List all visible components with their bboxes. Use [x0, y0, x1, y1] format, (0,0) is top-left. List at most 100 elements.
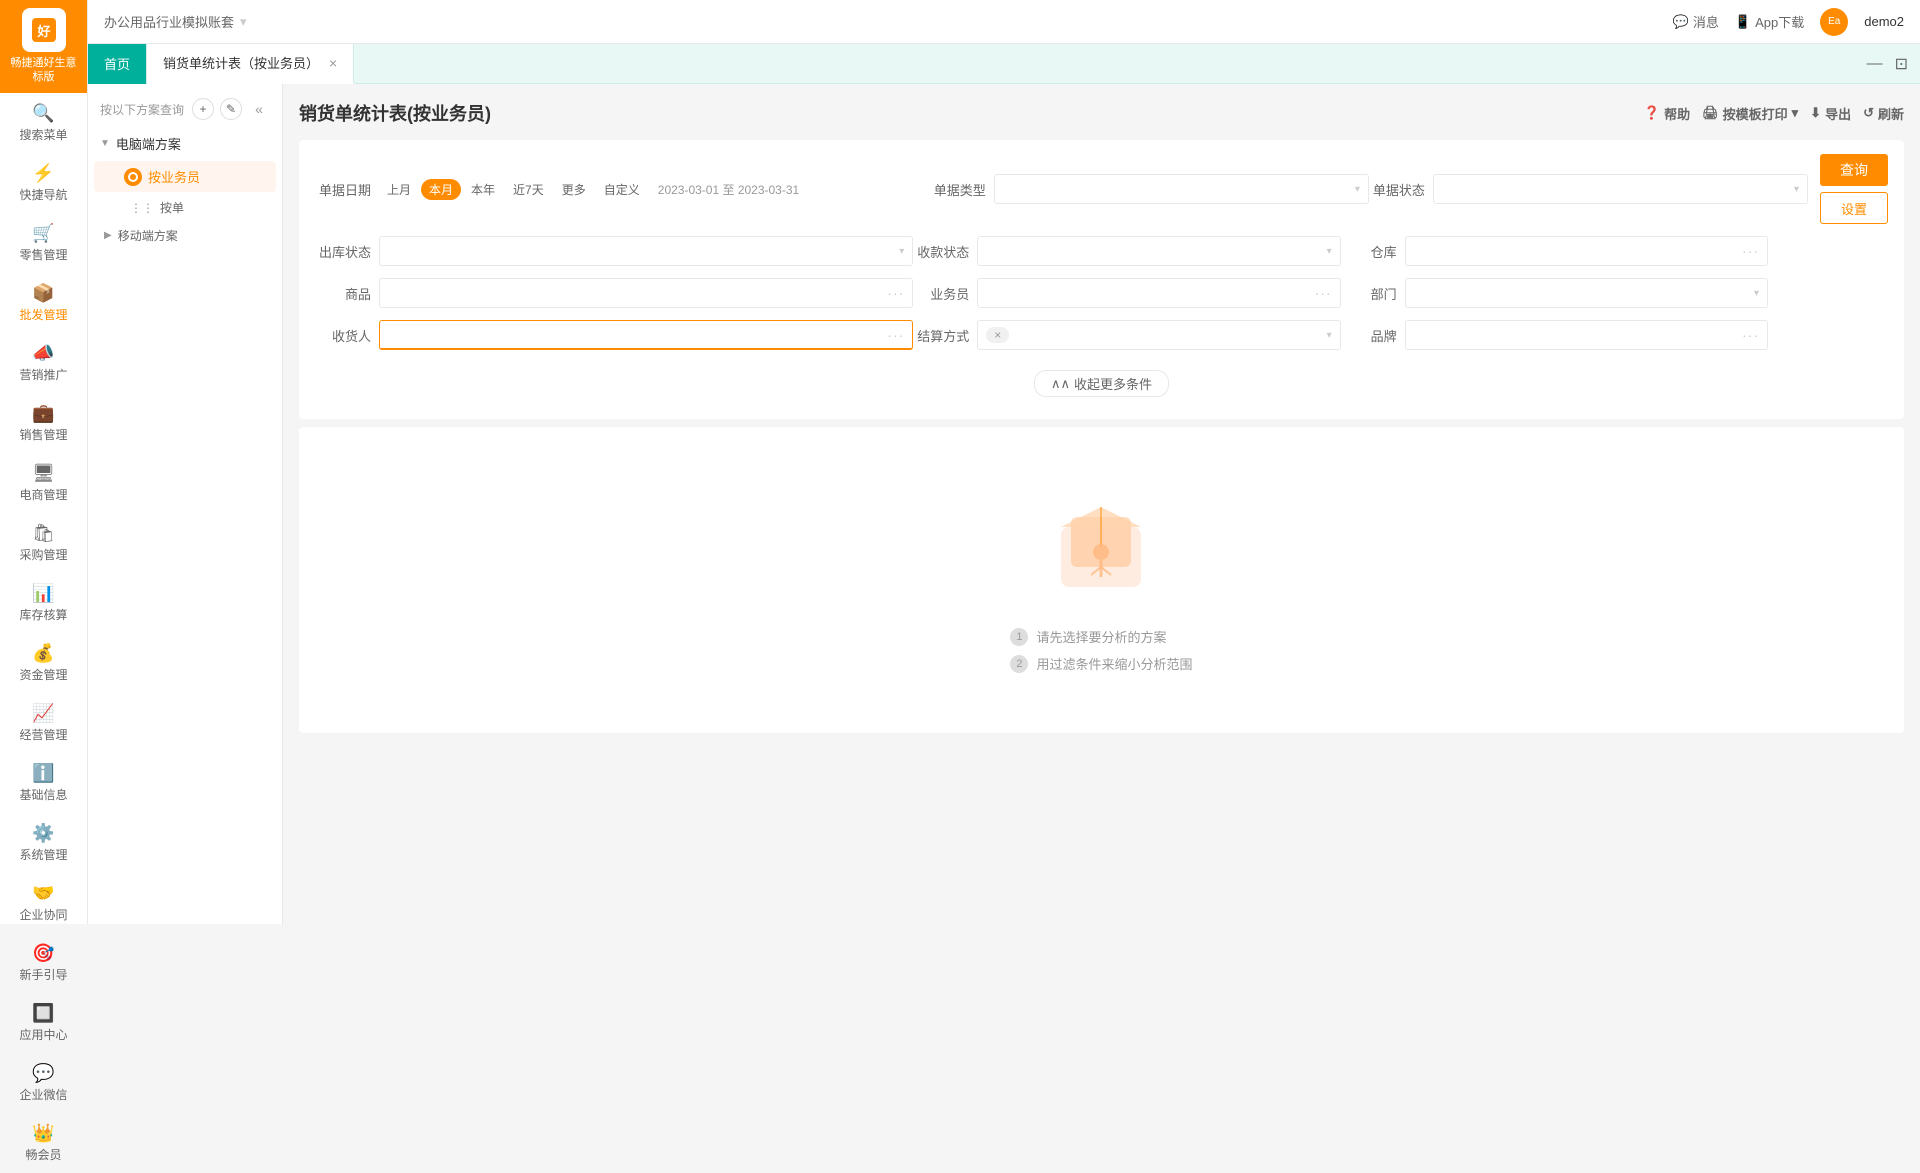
sidebar-item-member[interactable]: 👑 畅会员	[0, 1113, 87, 1173]
export-btn[interactable]: ⬇ 导出	[1810, 104, 1851, 123]
sidebar-item-ops[interactable]: 📈 经营管理	[0, 693, 87, 753]
date-tab-more[interactable]: 更多	[554, 179, 594, 200]
doc-status-label: 单据状态	[1369, 180, 1425, 199]
refresh-icon: ↺	[1863, 105, 1874, 121]
goods-select[interactable]: ···	[379, 278, 913, 308]
help-btn[interactable]: ❓ 帮助	[1644, 104, 1690, 123]
refresh-btn[interactable]: ↺ 刷新	[1863, 104, 1904, 123]
breadcrumb-text[interactable]: 办公用品行业模拟账套	[104, 12, 234, 31]
warehouse-select[interactable]: ···	[1405, 236, 1768, 266]
dept-arrow: ▾	[1754, 288, 1759, 299]
date-tab-this-year[interactable]: 本年	[463, 179, 503, 200]
logo-area[interactable]: 好 畅捷通好生意 标版	[0, 0, 87, 93]
sidebar-item-marketing[interactable]: 📣 营销推广	[0, 333, 87, 393]
print-dropdown-icon: ▾	[1792, 105, 1799, 121]
left-panel-header: 按以下方案查询 + ✎ «	[88, 94, 282, 128]
staff-select[interactable]: ···	[977, 278, 1340, 308]
username[interactable]: demo2	[1864, 14, 1904, 29]
settlement-clear-tag[interactable]: ×	[986, 327, 1009, 343]
settlement-clear-icon[interactable]: ×	[994, 328, 1001, 342]
out-status-select[interactable]: ▾	[379, 236, 913, 266]
purchase-icon: 🛍	[4, 523, 83, 544]
sidebar-item-finance[interactable]: 💰 资金管理	[0, 633, 87, 693]
ops-icon: 📈	[4, 703, 83, 724]
settlement-arrow: ▾	[1327, 330, 1332, 341]
enterprise-icon: 🤝	[4, 883, 83, 904]
sidebar-item-ewechat[interactable]: 💬 企业微信	[0, 1053, 87, 1113]
hint-num-2: 2	[1010, 655, 1028, 673]
scheme-sub-item-by-order[interactable]: ⋮⋮ 按单	[88, 194, 282, 221]
sidebar-item-sales[interactable]: 💼 销售管理	[0, 393, 87, 453]
collapse-more-btn[interactable]: ∧∧ 收起更多条件	[1034, 370, 1169, 397]
sidebar-item-inventory[interactable]: 📊 库存核算	[0, 573, 87, 633]
brand-select[interactable]: ···	[1405, 320, 1768, 350]
appcenter-icon: 🔲	[4, 1003, 83, 1024]
inventory-icon: 📊	[4, 583, 83, 604]
doc-type-select[interactable]: ▾	[994, 174, 1369, 204]
collapse-panel-btn[interactable]: «	[248, 98, 270, 120]
empty-state: 1 请先选择要分析的方案 2 用过滤条件来缩小分析范围	[1010, 427, 1192, 733]
sidebar-item-label-finance: 资金管理	[19, 668, 67, 682]
app-download-btn[interactable]: 📱 App下载	[1735, 12, 1804, 31]
scheme-group-mobile-header[interactable]: ▶ 移动端方案	[104, 227, 270, 244]
sidebar-item-quick-nav[interactable]: ⚡ 快捷导航	[0, 153, 87, 213]
scheme-item-by-staff[interactable]: 按业务员	[94, 161, 276, 192]
out-status-label: 出库状态	[315, 242, 371, 261]
tab-sales-stat-label: 销货单统计表（按业务员）	[163, 53, 319, 72]
basic-icon: ℹ️	[4, 763, 83, 784]
add-scheme-btn[interactable]: +	[192, 98, 214, 120]
message-btn[interactable]: 💬 消息	[1673, 12, 1719, 31]
app-download-icon: 📱	[1735, 14, 1751, 30]
sidebar-item-guide[interactable]: 🎯 新手引导	[0, 933, 87, 993]
quick-nav-icon: ⚡	[4, 163, 83, 184]
sidebar-item-label-quick: 快捷导航	[19, 188, 67, 202]
sidebar-item-wholesale[interactable]: 📦 批发管理	[0, 273, 87, 333]
avatar[interactable]: Ea	[1820, 8, 1848, 36]
date-tab-this-month[interactable]: 本月	[421, 179, 461, 200]
tab-window-btn[interactable]: ⊡	[1891, 50, 1912, 78]
settings-button[interactable]: 设置	[1820, 192, 1888, 224]
tab-sales-stat[interactable]: 销货单统计表（按业务员） ×	[147, 44, 354, 84]
edit-scheme-btn[interactable]: ✎	[220, 98, 242, 120]
tabbar: 首页 销货单统计表（按业务员） × — ⊡	[88, 44, 1920, 84]
sidebar-item-ecommerce[interactable]: 🖥 电商管理	[0, 453, 87, 513]
left-panel-icons: + ✎ «	[192, 98, 270, 120]
tab-home-label: 首页	[104, 54, 130, 73]
brand-more-icon: ···	[1742, 327, 1759, 343]
empty-hint-1: 1 请先选择要分析的方案	[1010, 627, 1192, 646]
hint-text-2: 用过滤条件来缩小分析范围	[1036, 654, 1192, 673]
date-tab-last-month[interactable]: 上月	[379, 179, 419, 200]
tab-actions: — ⊡	[1863, 50, 1920, 78]
date-tabs-area: 上月 本月 本年 近7天 更多 自定义 2023-03-01 至 2023-03…	[379, 179, 799, 200]
sidebar-item-purchase[interactable]: 🛍 采购管理	[0, 513, 87, 573]
tab-home[interactable]: 首页	[88, 44, 147, 84]
date-range: 2023-03-01 至 2023-03-31	[658, 181, 799, 198]
date-tab-custom[interactable]: 自定义	[596, 179, 648, 200]
query-button[interactable]: 查询	[1820, 154, 1888, 186]
consignee-input[interactable]: ···	[379, 320, 913, 350]
sidebar-item-label-purchase: 采购管理	[19, 548, 67, 562]
form-row-3: 商品 ··· 业务员 ··· 部门	[315, 278, 1888, 308]
sidebar-item-retail[interactable]: 🛒 零售管理	[0, 213, 87, 273]
sidebar-item-appcenter[interactable]: 🔲 应用中心	[0, 993, 87, 1053]
sidebar-item-basic[interactable]: ℹ️ 基础信息	[0, 753, 87, 813]
doc-status-select[interactable]: ▾	[1433, 174, 1808, 204]
topbar: 办公用品行业模拟账套 ▾ 💬 消息 📱 App下载 Ea demo2	[88, 0, 1920, 44]
logo-icon: 好	[22, 8, 66, 52]
date-tab-7days[interactable]: 近7天	[505, 179, 552, 200]
hint-text-1: 请先选择要分析的方案	[1036, 627, 1166, 646]
scheme-group-desktop: ▼ 电脑端方案 按业务员 ⋮⋮ 按单	[88, 128, 282, 221]
sidebar-item-sys[interactable]: ⚙️ 系统管理	[0, 813, 87, 873]
tab-minimize-btn[interactable]: —	[1863, 51, 1887, 77]
scheme-group-desktop-header[interactable]: ▼ 电脑端方案	[88, 128, 282, 159]
print-btn[interactable]: 🖨 按模板打印 ▾	[1702, 104, 1798, 123]
sidebar-item-search-menu[interactable]: 🔍 搜索菜单	[0, 93, 87, 153]
dept-select[interactable]: ▾	[1405, 278, 1768, 308]
sidebar-item-label-marketing: 营销推广	[19, 368, 67, 382]
empty-hint-2: 2 用过滤条件来缩小分析范围	[1010, 654, 1192, 673]
settlement-select[interactable]: × ▾	[977, 320, 1340, 350]
payment-status-select[interactable]: ▾	[977, 236, 1340, 266]
sidebar: 好 畅捷通好生意 标版 🔍 搜索菜单 ⚡ 快捷导航 🛒 零售管理 📦 批发管理 …	[0, 0, 88, 924]
tab-close-btn[interactable]: ×	[329, 55, 337, 71]
edit-icon: ✎	[226, 102, 236, 116]
